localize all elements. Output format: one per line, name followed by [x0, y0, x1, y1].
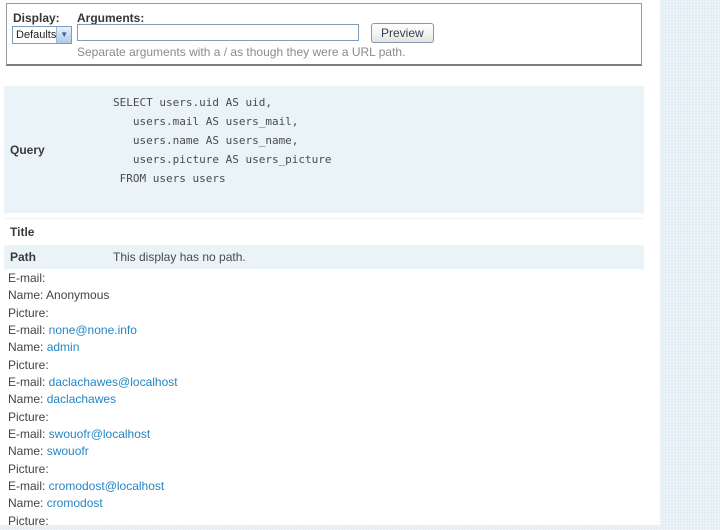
user-email-label: E-mail: — [8, 479, 49, 494]
user-email-value[interactable]: daclachawes@localhost — [49, 375, 178, 389]
display-select[interactable]: Defaults ▼ — [12, 26, 72, 44]
user-email-label: E-mail: — [8, 271, 46, 285]
user-name-value: Anonymous — [46, 288, 110, 303]
user-picture-line: Picture: — [0, 461, 660, 478]
arguments-label: Arguments: — [77, 11, 145, 25]
user-email-value[interactable]: swouofr@localhost — [49, 427, 151, 441]
title-label: Title — [10, 225, 35, 239]
query-sql: SELECT users.uid AS uid, users.mail AS u… — [113, 96, 332, 185]
user-picture-line: Picture: — [0, 513, 660, 530]
user-name-line: Name: cromodost — [0, 495, 660, 512]
arguments-input[interactable] — [77, 24, 359, 41]
user-name-value[interactable]: swouofr — [47, 444, 89, 458]
user-email-label: E-mail: — [8, 323, 49, 338]
user-picture-label: Picture: — [8, 461, 49, 476]
arguments-hint: Separate arguments with a / as though th… — [77, 45, 406, 59]
display-label: Display: — [13, 11, 60, 25]
path-value: This display has no path. — [113, 250, 246, 264]
user-email-line: E-mail: none@none.info — [0, 322, 660, 339]
user-name-line: Name: swouofr — [0, 443, 660, 460]
user-name-label: Name: — [8, 496, 47, 511]
title-row: Title — [4, 218, 644, 245]
user-email-label: E-mail: — [8, 427, 49, 442]
user-email-line: E-mail: — [0, 270, 660, 287]
path-label: Path — [10, 250, 37, 264]
preview-button[interactable]: Preview — [371, 23, 434, 43]
user-name-value[interactable]: cromodost — [47, 496, 103, 510]
user-picture-label: Picture: — [8, 513, 49, 528]
path-row: Path This display has no path. — [4, 245, 644, 269]
user-name-line: Name: admin — [0, 339, 660, 356]
user-name-label: Name: — [8, 444, 47, 459]
user-picture-line: Picture: — [0, 357, 660, 374]
user-email-label: E-mail: — [8, 375, 49, 390]
user-picture-line: Picture: — [0, 409, 660, 426]
user-email-line: E-mail: daclachawes@localhost — [0, 374, 660, 391]
user-name-value[interactable]: admin — [47, 340, 80, 354]
user-name-line: Name: Anonymous — [0, 287, 660, 304]
user-picture-label: Picture: — [8, 305, 49, 320]
query-label: Query — [10, 142, 45, 157]
query-row: Query SELECT users.uid AS uid, users.mai… — [4, 86, 644, 213]
user-picture-label: Picture: — [8, 357, 49, 372]
user-email-line: E-mail: swouofr@localhost — [0, 426, 660, 443]
user-name-line: Name: daclachawes — [0, 391, 660, 408]
content-area: Display: Defaults ▼ Arguments: Preview S… — [0, 0, 660, 528]
user-picture-line: Picture: — [0, 305, 660, 322]
user-picture-label: Picture: — [8, 409, 49, 424]
user-name-label: Name: — [8, 392, 47, 407]
user-email-value[interactable]: none@none.info — [49, 323, 137, 337]
user-name-label: Name: — [8, 288, 47, 303]
user-name-value[interactable]: daclachawes — [47, 392, 116, 406]
user-email-line: E-mail: cromodost@localhost — [0, 478, 660, 495]
view-info-table: Query SELECT users.uid AS uid, users.mai… — [4, 86, 644, 269]
preview-form: Display: Defaults ▼ Arguments: Preview S… — [6, 3, 642, 66]
chevron-down-icon: ▼ — [56, 27, 71, 43]
preview-results: E-mail: Name: Anonymous Picture: E-mail: … — [0, 270, 660, 530]
user-email-value[interactable]: cromodost@localhost — [49, 479, 165, 493]
display-select-value: Defaults — [16, 29, 57, 41]
user-name-label: Name: — [8, 340, 47, 355]
